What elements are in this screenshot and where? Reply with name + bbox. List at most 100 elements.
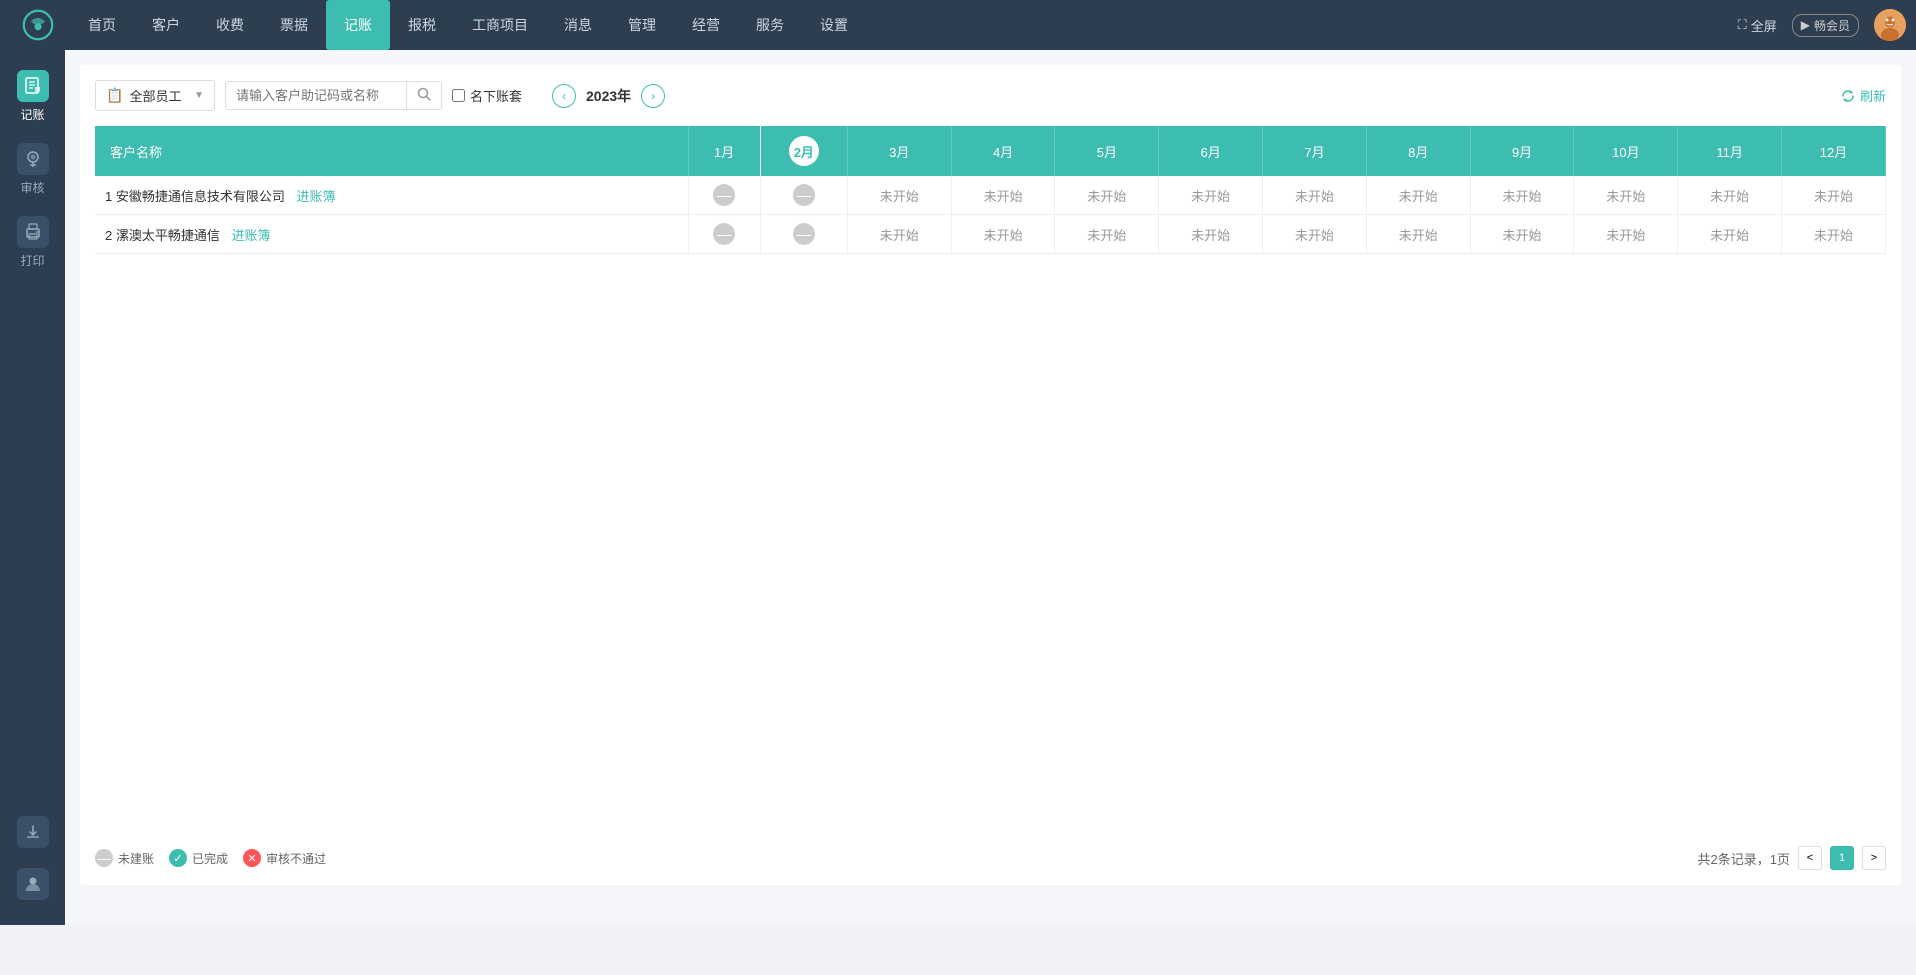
refresh-button[interactable]: 刷新 (1841, 86, 1886, 105)
vip-button[interactable]: ▶ 畅会员 (1792, 14, 1859, 37)
status-cell-oct-1[interactable]: 未开始 (1574, 176, 1678, 215)
legend-red-dot: ✕ (243, 849, 261, 867)
status-cell-may-2[interactable]: 未开始 (1055, 215, 1159, 254)
user-avatar[interactable] (1874, 9, 1906, 41)
status-dot: — (713, 184, 735, 206)
col-dec[interactable]: 12月 (1782, 126, 1886, 176)
col-may[interactable]: 5月 (1055, 126, 1159, 176)
audit-icon (17, 143, 49, 175)
search-button[interactable] (406, 82, 441, 109)
status-dot: — (793, 184, 815, 206)
nav-fees[interactable]: 收费 (198, 0, 262, 50)
fullscreen-button[interactable]: ⛶ 全屏 (1738, 16, 1777, 35)
nav-messages[interactable]: 消息 (546, 0, 610, 50)
status-cell-may-1[interactable]: 未开始 (1055, 176, 1159, 215)
nav-tax[interactable]: 报税 (390, 0, 454, 50)
nav-customer[interactable]: 客户 (134, 0, 198, 50)
table-header-row: 客户名称 1月 2月 3月 4月 5月 6月 7月 8月 9月 10月 11月 … (95, 126, 1886, 176)
status-cell-jan-2[interactable]: — (688, 215, 760, 254)
status-cell-jan-1[interactable]: — (688, 176, 760, 215)
status-dot: — (793, 223, 815, 245)
top-navigation: 首页 客户 收费 票据 记账 报税 工商项目 消息 管理 经营 服务 设置 ⛶ … (0, 0, 1916, 50)
active-month-circle: 2月 (789, 136, 819, 166)
nav-service[interactable]: 服务 (738, 0, 802, 50)
status-dot: — (713, 223, 735, 245)
nav-settings[interactable]: 设置 (802, 0, 866, 50)
legend-not-started: — 未建账 (95, 849, 154, 867)
status-cell-jul-2[interactable]: 未开始 (1263, 215, 1367, 254)
status-cell-feb-2[interactable]: — (760, 215, 847, 254)
col-jul[interactable]: 7月 (1263, 126, 1367, 176)
customer-name-cell: 2 漯澳太平畅捷通信 进账簿 (95, 215, 688, 254)
sidebar-item-print[interactable]: 打印 (0, 206, 65, 279)
status-cell-jul-1[interactable]: 未开始 (1263, 176, 1367, 215)
col-jan[interactable]: 1月 (688, 126, 760, 176)
status-cell-nov-2[interactable]: 未开始 (1678, 215, 1782, 254)
col-sep[interactable]: 9月 (1470, 126, 1574, 176)
status-cell-sep-2[interactable]: 未开始 (1470, 215, 1574, 254)
status-cell-aug-2[interactable]: 未开始 (1366, 215, 1470, 254)
nav-manage[interactable]: 管理 (610, 0, 674, 50)
status-cell-jun-1[interactable]: 未开始 (1159, 176, 1263, 215)
status-cell-jun-2[interactable]: 未开始 (1159, 215, 1263, 254)
legend-rejected: ✕ 审核不通过 (243, 849, 326, 867)
total-records-text: 共2条记录，1页 (1698, 849, 1790, 868)
col-oct[interactable]: 10月 (1574, 126, 1678, 176)
sidebar-item-download[interactable] (0, 806, 65, 858)
enter-ledger-link-1[interactable]: 进账簿 (297, 189, 336, 204)
status-cell-feb-1[interactable]: — (760, 176, 847, 215)
prev-year-button[interactable]: ‹ (552, 84, 576, 108)
nav-operations[interactable]: 经营 (674, 0, 738, 50)
col-apr[interactable]: 4月 (951, 126, 1055, 176)
current-page-button[interactable]: 1 (1830, 846, 1854, 870)
col-nov[interactable]: 11月 (1678, 126, 1782, 176)
search-input-wrap (225, 81, 442, 110)
nav-accounting[interactable]: 记账 (326, 0, 390, 50)
next-year-button[interactable]: › (641, 84, 665, 108)
status-cell-sep-1[interactable]: 未开始 (1470, 176, 1574, 215)
legend-label-rejected: 审核不通过 (266, 850, 326, 867)
nav-invoices[interactable]: 票据 (262, 0, 326, 50)
content-card: 📋 全部员工 ▼ 名下账套 ‹ 2023年 › (80, 65, 1901, 885)
col-aug[interactable]: 8月 (1366, 126, 1470, 176)
myaccounts-label-text: 名下账套 (470, 86, 522, 105)
status-cell-apr-2[interactable]: 未开始 (951, 215, 1055, 254)
sidebar-bottom (0, 806, 65, 925)
sidebar-item-profile[interactable] (0, 858, 65, 910)
status-cell-dec-2[interactable]: 未开始 (1782, 215, 1886, 254)
sidebar-item-accounting[interactable]: 记账 (0, 60, 65, 133)
status-cell-nov-1[interactable]: 未开始 (1678, 176, 1782, 215)
table-row: 2 漯澳太平畅捷通信 进账簿 — — 未开始 未开始 未开始 未开始 未开始 (95, 215, 1886, 254)
col-mar[interactable]: 3月 (847, 126, 951, 176)
legend-teal-dot: ✓ (169, 849, 187, 867)
pagination: 共2条记录，1页 < 1 > (1698, 846, 1886, 870)
col-jun[interactable]: 6月 (1159, 126, 1263, 176)
col-feb[interactable]: 2月 (760, 126, 847, 176)
myaccounts-checkbox[interactable] (452, 89, 465, 102)
left-sidebar: 记账 审核 打印 (0, 50, 65, 925)
customer-name-cell: 1 安徽畅捷通信息技术有限公司 进账簿 (95, 176, 688, 215)
status-cell-apr-1[interactable]: 未开始 (951, 176, 1055, 215)
prev-page-button[interactable]: < (1798, 846, 1822, 870)
enter-ledger-link-2[interactable]: 进账簿 (232, 228, 271, 243)
main-content: 📋 全部员工 ▼ 名下账套 ‹ 2023年 › (65, 50, 1916, 925)
employee-select[interactable]: 📋 全部员工 ▼ (95, 80, 215, 111)
myaccounts-checkbox-label[interactable]: 名下账套 (452, 86, 522, 105)
nav-business[interactable]: 工商项目 (454, 0, 546, 50)
status-cell-dec-1[interactable]: 未开始 (1782, 176, 1886, 215)
status-cell-oct-2[interactable]: 未开始 (1574, 215, 1678, 254)
status-cell-mar-1[interactable]: 未开始 (847, 176, 951, 215)
col-customer-name: 客户名称 (95, 126, 688, 176)
table-footer: — 未建账 ✓ 已完成 ✕ 审核不通过 共2条记录，1页 < 1 > (95, 834, 1886, 870)
next-page-button[interactable]: > (1862, 846, 1886, 870)
status-cell-aug-1[interactable]: 未开始 (1366, 176, 1470, 215)
sidebar-item-audit[interactable]: 审核 (0, 133, 65, 206)
download-icon (17, 816, 49, 848)
status-cell-mar-2[interactable]: 未开始 (847, 215, 951, 254)
employee-label: 全部员工 (129, 86, 188, 105)
person-icon (17, 868, 49, 900)
check-icon: ✓ (173, 852, 182, 865)
search-input[interactable] (226, 83, 406, 108)
employee-icon: 📋 (106, 87, 123, 104)
nav-home[interactable]: 首页 (70, 0, 134, 50)
